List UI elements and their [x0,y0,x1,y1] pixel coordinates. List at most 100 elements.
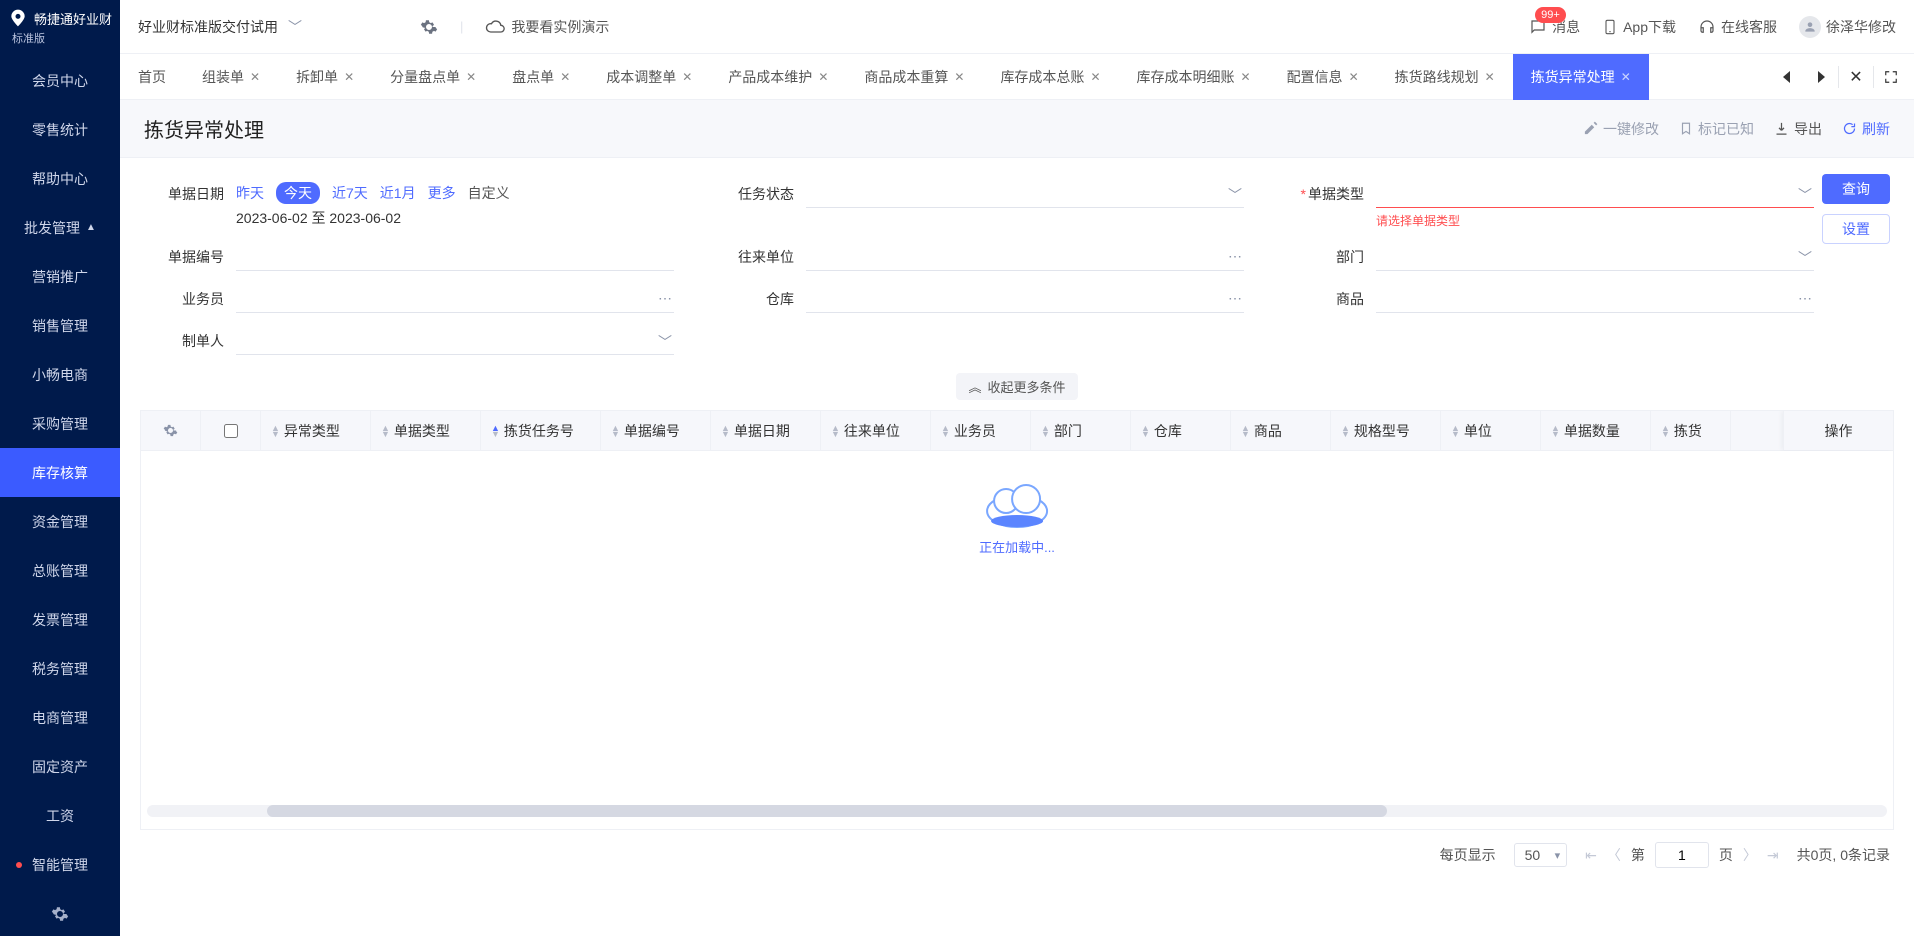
sort-icon[interactable]: ▲▼ [941,425,950,437]
sidebar-item-salary[interactable]: 工资 [0,791,120,840]
close-icon[interactable]: ✕ [1349,70,1359,84]
product-input[interactable] [1376,287,1814,313]
sidebar-item-member[interactable]: 会员中心 [0,56,120,105]
tab-picking-exception[interactable]: 拣货异常处理✕ [1513,54,1649,100]
bill-no-input[interactable] [236,245,674,271]
settings-button[interactable] [420,18,438,36]
close-icon[interactable]: ✕ [1090,70,1100,84]
chip-yesterday[interactable]: 昨天 [236,183,264,203]
demo-link[interactable]: 我要看实例演示 [485,17,609,37]
first-page[interactable]: ⇤ [1585,847,1597,864]
sidebar-item-purchase[interactable]: 采购管理 [0,399,120,448]
tab-goods-cost-recalc[interactable]: 商品成本重算✕ [846,54,982,100]
col-bill-type[interactable]: ▲▼单据类型 [371,411,481,450]
close-icon[interactable]: ✕ [560,70,570,84]
tab-home[interactable]: 首页 [120,54,184,100]
bill-type-input[interactable] [1376,182,1814,208]
column-settings[interactable] [141,411,201,450]
tab-disassemble[interactable]: 拆卸单✕ [278,54,372,100]
col-unit[interactable]: ▲▼单位 [1441,411,1541,450]
more-icon[interactable]: ⋯ [1228,290,1242,307]
sort-icon[interactable]: ▲▼ [1241,425,1250,437]
download-button[interactable]: App下载 [1602,17,1676,37]
tab-assemble[interactable]: 组装单✕ [184,54,278,100]
tab-stock-cost-ledger[interactable]: 库存成本总账✕ [982,54,1118,100]
close-icon[interactable]: ✕ [818,70,828,84]
chevron-down-icon[interactable]: ﹀ [658,332,672,352]
sidebar-item-ecommerce-assist[interactable]: 小畅电商 [0,350,120,399]
sidebar-item-inventory-cost[interactable]: 库存核算 [0,448,120,497]
tab-stock-cost-detail[interactable]: 库存成本明细账✕ [1119,54,1269,100]
chip-today[interactable]: 今天 [276,182,320,204]
sidebar-item-sales[interactable]: 销售管理 [0,301,120,350]
col-exception-type[interactable]: ▲▼异常类型 [261,411,371,450]
col-product[interactable]: ▲▼商品 [1231,411,1331,450]
sort-icon[interactable]: ▲▼ [1341,425,1350,437]
chip-custom[interactable]: 自定义 [468,183,510,203]
horizontal-scrollbar[interactable] [147,805,1887,817]
creator-input[interactable] [236,329,674,355]
tab-product-cost[interactable]: 产品成本维护✕ [710,54,846,100]
chevron-down-icon[interactable]: ﹀ [1798,248,1812,268]
col-bill-no[interactable]: ▲▼单据编号 [601,411,711,450]
next-page[interactable]: 〉 [1743,845,1757,865]
prev-page[interactable]: 〈 [1607,845,1621,865]
sidebar-item-wholesale[interactable]: 批发管理▲ [0,203,120,252]
warehouse-input[interactable] [806,287,1244,313]
close-icon[interactable]: ✕ [1241,70,1251,84]
service-button[interactable]: 在线客服 [1698,17,1777,37]
settings-button[interactable]: 设置 [1822,214,1890,244]
sales-input[interactable] [236,287,674,313]
refresh-button[interactable]: 刷新 [1842,119,1890,139]
close-icon[interactable]: ✕ [954,70,964,84]
close-icon[interactable]: ✕ [682,70,692,84]
sidebar-item-invoice[interactable]: 发票管理 [0,595,120,644]
sort-icon[interactable]: ▲▼ [1141,425,1150,437]
query-button[interactable]: 查询 [1822,174,1890,204]
sidebar-item-help[interactable]: 帮助中心 [0,154,120,203]
collapse-filters[interactable]: ︽ 收起更多条件 [956,373,1077,400]
task-status-input[interactable] [806,182,1244,208]
col-warehouse[interactable]: ▲▼仓库 [1131,411,1231,450]
message-button[interactable]: 99+ 消息 [1529,17,1580,37]
last-page[interactable]: ⇥ [1767,847,1779,864]
close-icon[interactable]: ✕ [344,70,354,84]
sidebar-settings[interactable] [0,895,120,936]
col-partner[interactable]: ▲▼往来单位 [821,411,931,450]
mark-known-button[interactable]: 标记已知 [1679,119,1754,139]
close-icon[interactable]: ✕ [466,70,476,84]
fullscreen-button[interactable] [1874,54,1908,100]
department-input[interactable] [1376,245,1814,271]
sort-icon[interactable]: ▲▼ [1451,425,1460,437]
close-icon[interactable]: ✕ [1621,70,1631,84]
sidebar-item-tax[interactable]: 税务管理 [0,644,120,693]
tabs-scroll-right[interactable] [1804,54,1838,100]
sort-icon[interactable]: ▲▼ [831,425,840,437]
sidebar-item-smart[interactable]: 智能管理 [0,840,120,889]
more-icon[interactable]: ⋯ [658,290,672,307]
select-all[interactable] [201,411,261,450]
tab-cost-adjust[interactable]: 成本调整单✕ [588,54,710,100]
page-input[interactable] [1655,842,1709,868]
sidebar-item-fixed-asset[interactable]: 固定资产 [0,742,120,791]
close-icon[interactable]: ✕ [1485,70,1495,84]
user-menu[interactable]: 徐泽华修改 [1799,16,1896,38]
sidebar-item-marketing[interactable]: 营销推广 [0,252,120,301]
sidebar-item-ecommerce[interactable]: 电商管理 [0,693,120,742]
sort-icon[interactable]: ▲▼ [611,425,620,437]
chevron-down-icon[interactable]: ﹀ [1798,185,1812,205]
col-spec[interactable]: ▲▼规格型号 [1331,411,1441,450]
tab-picking-route[interactable]: 拣货路线规划✕ [1377,54,1513,100]
export-button[interactable]: 导出 [1774,119,1822,139]
tab-weight-inventory[interactable]: 分量盘点单✕ [372,54,494,100]
col-picking[interactable]: ▲▼拣货 [1651,411,1731,450]
partner-input[interactable] [806,245,1244,271]
col-sales[interactable]: ▲▼业务员 [931,411,1031,450]
sort-icon[interactable]: ▲▼ [1661,425,1670,437]
sort-icon[interactable]: ▲▼ [721,425,730,437]
product-selector[interactable]: 好业财标准版交付试用 ﹀ [138,17,398,37]
sidebar-item-retail-stat[interactable]: 零售统计 [0,105,120,154]
close-icon[interactable]: ✕ [250,70,260,84]
more-icon[interactable]: ⋯ [1228,248,1242,265]
batch-edit-button[interactable]: 一键修改 [1583,119,1659,139]
